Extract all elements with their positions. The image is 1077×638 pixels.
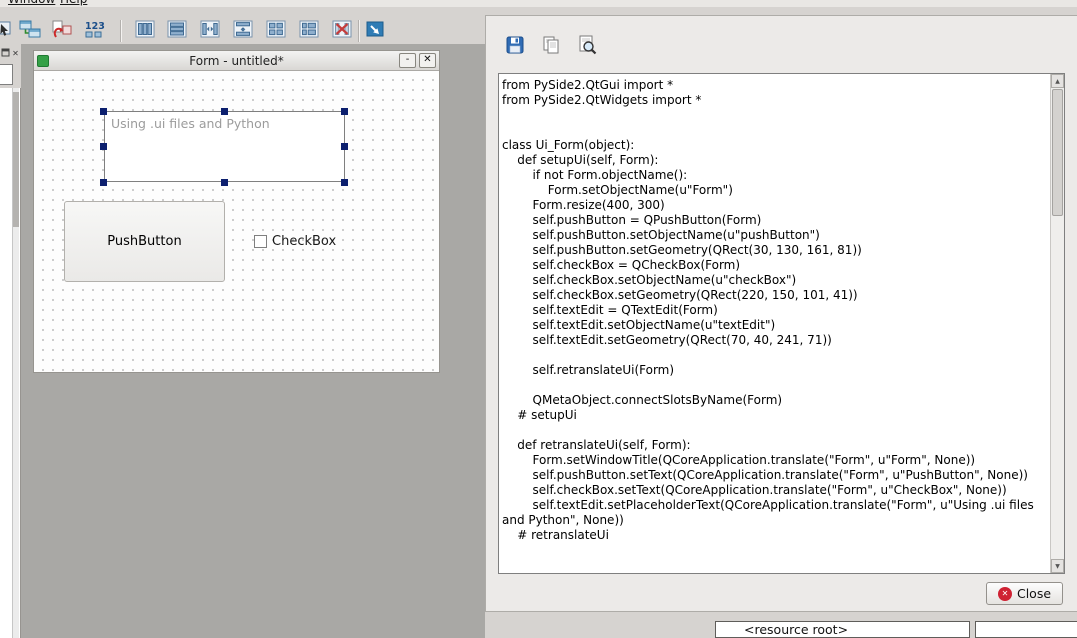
form-close-button[interactable]: ✕ (419, 53, 436, 68)
form-titlebar[interactable]: Form - untitled* - ✕ (34, 51, 439, 71)
selection-handle-top-middle[interactable] (221, 108, 228, 115)
edit-widgets-icon (0, 17, 15, 45)
layout-grid-icon (264, 17, 288, 45)
selection-handle-middle-left[interactable] (100, 143, 107, 150)
layout-grid-button[interactable] (263, 18, 289, 44)
dock-float-icon (1, 48, 10, 59)
code-text: from PySide2.QtGui import * from PySide2… (502, 78, 1049, 573)
layout-vertical-icon (165, 17, 189, 45)
selection-handle-bottom-middle[interactable] (221, 179, 228, 186)
edit-signals-slots-icon (18, 17, 42, 45)
scroll-down-button[interactable]: ▼ (1051, 559, 1064, 573)
widgetbox-filter-input[interactable] (0, 64, 13, 85)
widgetbox-scroll-thumb[interactable] (13, 92, 19, 227)
form-title: Form - untitled* (34, 54, 439, 68)
layout-horizontal-button[interactable] (132, 18, 158, 44)
scroll-thumb[interactable] (1052, 89, 1063, 216)
form-canvas[interactable]: Using .ui files and Python PushButton Ch… (34, 71, 439, 372)
layout-horizontal-splitter-button[interactable] (197, 18, 223, 44)
break-layout-icon (330, 17, 354, 45)
close-button-label: Close (1017, 586, 1051, 601)
edit-buddies-icon (50, 17, 74, 45)
save-button[interactable] (502, 34, 528, 60)
edit-tab-order-icon: 123 (82, 17, 106, 45)
menu-window[interactable]: Window (8, 0, 55, 6)
selection-handle-top-right[interactable] (341, 108, 348, 115)
adjust-size-button[interactable] (362, 18, 388, 44)
copy-button[interactable] (538, 34, 564, 60)
close-button[interactable]: ✕ Close (986, 582, 1063, 605)
code-scrollbar[interactable]: ▲ ▼ (1050, 74, 1064, 573)
toolbar-separator (358, 20, 360, 42)
menubar: Window Help (0, 0, 1077, 7)
copy-icon (540, 34, 562, 60)
dock-close-icon: ✕ (12, 49, 19, 58)
menu-help[interactable]: Help (60, 0, 87, 6)
selection-handle-top-left[interactable] (100, 108, 107, 115)
widgetbox-panel (0, 88, 21, 638)
toolbar-separator (120, 20, 122, 42)
selection-handle-middle-right[interactable] (341, 143, 348, 150)
widgetbox-scrollbar[interactable] (12, 88, 19, 638)
find-button[interactable] (574, 34, 600, 60)
break-layout-button[interactable] (329, 18, 355, 44)
layout-vertical-button[interactable] (164, 18, 190, 44)
adjust-size-icon (363, 17, 387, 45)
layout-horizontal-icon (133, 17, 157, 45)
layout-horizontal-splitter-icon (198, 17, 222, 45)
qt-designer-window: Window Help 123 (0, 0, 1077, 638)
edit-buddies-button[interactable] (49, 18, 75, 44)
svg-text:123: 123 (85, 21, 105, 32)
layout-form-icon (297, 17, 321, 45)
form-minimize-button[interactable]: - (399, 53, 416, 68)
edit-widgets-button[interactable] (0, 18, 16, 44)
textedit-widget[interactable]: Using .ui files and Python (104, 111, 345, 182)
dock-close-button[interactable]: ✕ (10, 48, 21, 59)
find-icon (576, 34, 598, 60)
form-window: Form - untitled* - ✕ Using .ui files and… (33, 50, 440, 373)
save-icon (504, 34, 526, 60)
resource-detail-panel (975, 621, 1077, 638)
code-preview-dialog: from PySide2.QtGui import * from PySide2… (485, 15, 1077, 612)
edit-tab-order-button[interactable]: 123 (81, 18, 107, 44)
layout-form-button[interactable] (296, 18, 322, 44)
layout-vertical-splitter-icon (231, 17, 255, 45)
layout-vertical-splitter-button[interactable] (230, 18, 256, 44)
checkbox-indicator[interactable] (254, 235, 267, 248)
scroll-up-button[interactable]: ▲ (1051, 74, 1064, 88)
close-icon: ✕ (998, 587, 1012, 601)
selection-handle-bottom-right[interactable] (341, 179, 348, 186)
edit-signals-slots-button[interactable] (17, 18, 43, 44)
pushbutton-widget[interactable]: PushButton (64, 201, 225, 282)
dialog-toolbar (502, 34, 600, 60)
code-area[interactable]: from PySide2.QtGui import * from PySide2… (498, 73, 1065, 574)
resource-tree-panel: <resource root> (715, 621, 970, 638)
checkbox-widget[interactable]: CheckBox (254, 221, 355, 262)
checkbox-label: CheckBox (272, 234, 336, 249)
selection-handle-bottom-left[interactable] (100, 179, 107, 186)
resource-root-item[interactable]: <resource root> (716, 622, 969, 637)
